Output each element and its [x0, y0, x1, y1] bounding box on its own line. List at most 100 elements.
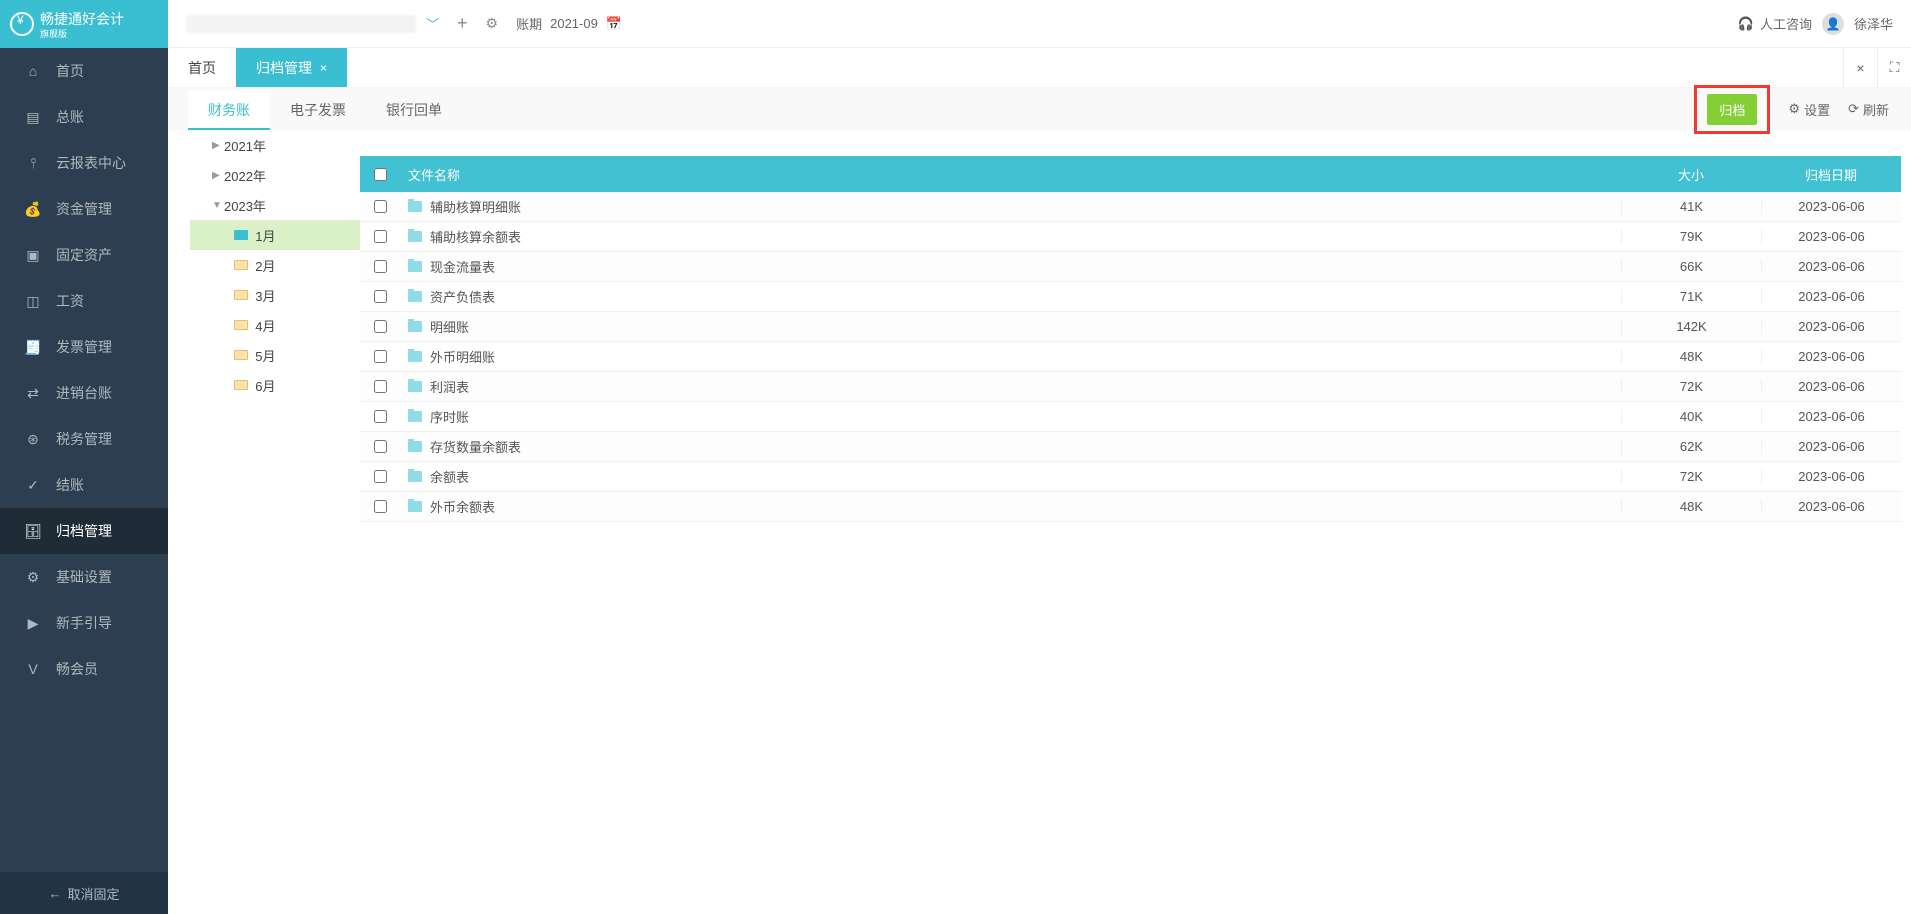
settings-icon[interactable]: ⚙ [486, 15, 499, 32]
sidebar-item-fund[interactable]: 💰资金管理 [0, 186, 168, 232]
sidebar-unpin[interactable]: ←取消固定 [0, 872, 168, 914]
row-checkbox[interactable] [374, 200, 387, 213]
folder-icon [408, 321, 422, 332]
file-date: 2023-06-06 [1761, 409, 1901, 424]
row-checkbox[interactable] [374, 290, 387, 303]
folder-open-icon [234, 230, 248, 240]
tree-year-2021[interactable]: ▶2021年 [190, 130, 360, 160]
fullscreen-button[interactable]: ⛶ [1877, 48, 1911, 88]
chevron-down-icon[interactable]: ﹀ [426, 14, 439, 33]
sidebar-item-tax[interactable]: ⊛税务管理 [0, 416, 168, 462]
row-checkbox[interactable] [374, 320, 387, 333]
sidebar: 畅捷通好会计 旗舰版 ⌂首页 ▤总账 ⫯云报表中心 💰资金管理 ▣固定资产 ◫工… [0, 0, 168, 914]
money-icon: 💰 [24, 200, 42, 218]
sidebar-item-member[interactable]: V畅会员 [0, 646, 168, 692]
year-tree: ▶2021年 ▶2022年 ▼2023年 1月 2月 3月 4月 5月 6月 [190, 130, 360, 400]
table-row[interactable]: 存货数量余额表62K2023-06-06 [360, 432, 1901, 462]
tree-month-1[interactable]: 1月 [190, 220, 360, 250]
file-date: 2023-06-06 [1761, 199, 1901, 214]
subtab-bankreceipt[interactable]: 银行回单 [366, 90, 462, 130]
table-row[interactable]: 余额表72K2023-06-06 [360, 462, 1901, 492]
sidebar-item-guide[interactable]: ▶新手引导 [0, 600, 168, 646]
sidebar-item-home[interactable]: ⌂首页 [0, 48, 168, 94]
consult-link[interactable]: 🎧人工咨询 [1738, 14, 1812, 33]
play-icon: ▶ [24, 614, 42, 632]
add-button[interactable]: + [457, 13, 468, 34]
table-row[interactable]: 外币余额表48K2023-06-06 [360, 492, 1901, 522]
sidebar-item-close[interactable]: ✓结账 [0, 462, 168, 508]
close-icon[interactable]: × [320, 61, 327, 75]
row-checkbox[interactable] [374, 500, 387, 513]
sidebar-item-invoice[interactable]: 🧾发票管理 [0, 324, 168, 370]
refresh-icon: ⟳ [1848, 101, 1859, 117]
tree-year-2022[interactable]: ▶2022年 [190, 160, 360, 190]
file-size: 142K [1621, 319, 1761, 334]
file-size: 62K [1621, 439, 1761, 454]
col-filename: 文件名称 [400, 165, 1621, 184]
brand-logo[interactable]: 畅捷通好会计 旗舰版 [0, 0, 168, 48]
caret-right-icon: ▶ [212, 140, 224, 151]
sidebar-item-report[interactable]: ⫯云报表中心 [0, 140, 168, 186]
tree-month-5[interactable]: 5月 [190, 340, 360, 370]
folder-icon [234, 320, 248, 330]
home-icon: ⌂ [24, 62, 42, 80]
asset-icon: ▣ [24, 246, 42, 264]
table-row[interactable]: 利润表72K2023-06-06 [360, 372, 1901, 402]
sidebar-item-inout[interactable]: ⇄进销台账 [0, 370, 168, 416]
table-row[interactable]: 序时账40K2023-06-06 [360, 402, 1901, 432]
archive-button[interactable]: 归档 [1707, 94, 1757, 125]
file-size: 79K [1621, 229, 1761, 244]
sidebar-item-asset[interactable]: ▣固定资产 [0, 232, 168, 278]
tree-month-4[interactable]: 4月 [190, 310, 360, 340]
subtab-row: 财务账 电子发票 银行回单 归档 ⚙设置 ⟳刷新 [168, 88, 1911, 130]
subtab-einvoice[interactable]: 电子发票 [270, 90, 366, 130]
table-row[interactable]: 辅助核算余额表79K2023-06-06 [360, 222, 1901, 252]
table-row[interactable]: 明细账142K2023-06-06 [360, 312, 1901, 342]
tab-home[interactable]: 首页 [168, 48, 236, 87]
settings-link[interactable]: ⚙设置 [1788, 100, 1830, 119]
file-size: 41K [1621, 199, 1761, 214]
tree-year-2023[interactable]: ▼2023年 [190, 190, 360, 220]
company-selector-blurred[interactable] [186, 15, 416, 33]
tree-month-6[interactable]: 6月 [190, 370, 360, 400]
file-name: 辅助核算明细账 [430, 197, 521, 216]
table-row[interactable]: 现金流量表66K2023-06-06 [360, 252, 1901, 282]
table-row[interactable]: 辅助核算明细账 41K2023-06-06 [360, 192, 1901, 222]
sidebar-item-salary[interactable]: ◫工资 [0, 278, 168, 324]
row-checkbox[interactable] [374, 260, 387, 273]
subtab-finance[interactable]: 财务账 [188, 90, 270, 130]
row-checkbox[interactable] [374, 440, 387, 453]
row-checkbox[interactable] [374, 410, 387, 423]
file-name: 余额表 [430, 467, 469, 486]
row-checkbox[interactable] [374, 380, 387, 393]
archive-icon: 🗄 [24, 522, 42, 540]
col-date: 归档日期 [1761, 165, 1901, 184]
refresh-link[interactable]: ⟳刷新 [1848, 100, 1889, 119]
file-date: 2023-06-06 [1761, 349, 1901, 364]
sidebar-item-basic[interactable]: ⚙基础设置 [0, 554, 168, 600]
invoice-icon: 🧾 [24, 338, 42, 356]
folder-icon [408, 381, 422, 392]
row-checkbox[interactable] [374, 470, 387, 483]
folder-icon [408, 441, 422, 452]
period-value[interactable]: 2021-09 [550, 16, 598, 31]
tree-month-3[interactable]: 3月 [190, 280, 360, 310]
sidebar-item-archive[interactable]: 🗄归档管理 [0, 508, 168, 554]
sidebar-item-ledger[interactable]: ▤总账 [0, 94, 168, 140]
folder-icon [234, 290, 248, 300]
select-all-checkbox[interactable] [374, 168, 387, 181]
row-checkbox[interactable] [374, 230, 387, 243]
file-date: 2023-06-06 [1761, 319, 1901, 334]
calendar-icon[interactable]: 📅 [606, 16, 622, 32]
col-size: 大小 [1621, 165, 1761, 184]
chart-icon: ⫯ [24, 154, 42, 172]
file-size: 66K [1621, 259, 1761, 274]
row-checkbox[interactable] [374, 350, 387, 363]
table-row[interactable]: 资产负债表71K2023-06-06 [360, 282, 1901, 312]
tab-archive[interactable]: 归档管理× [236, 48, 347, 87]
tree-month-2[interactable]: 2月 [190, 250, 360, 280]
table-row[interactable]: 外币明细账48K2023-06-06 [360, 342, 1901, 372]
username[interactable]: 徐泽华 [1854, 14, 1893, 33]
avatar[interactable]: 👤 [1822, 13, 1844, 35]
tab-close-button[interactable]: × [1843, 48, 1877, 88]
